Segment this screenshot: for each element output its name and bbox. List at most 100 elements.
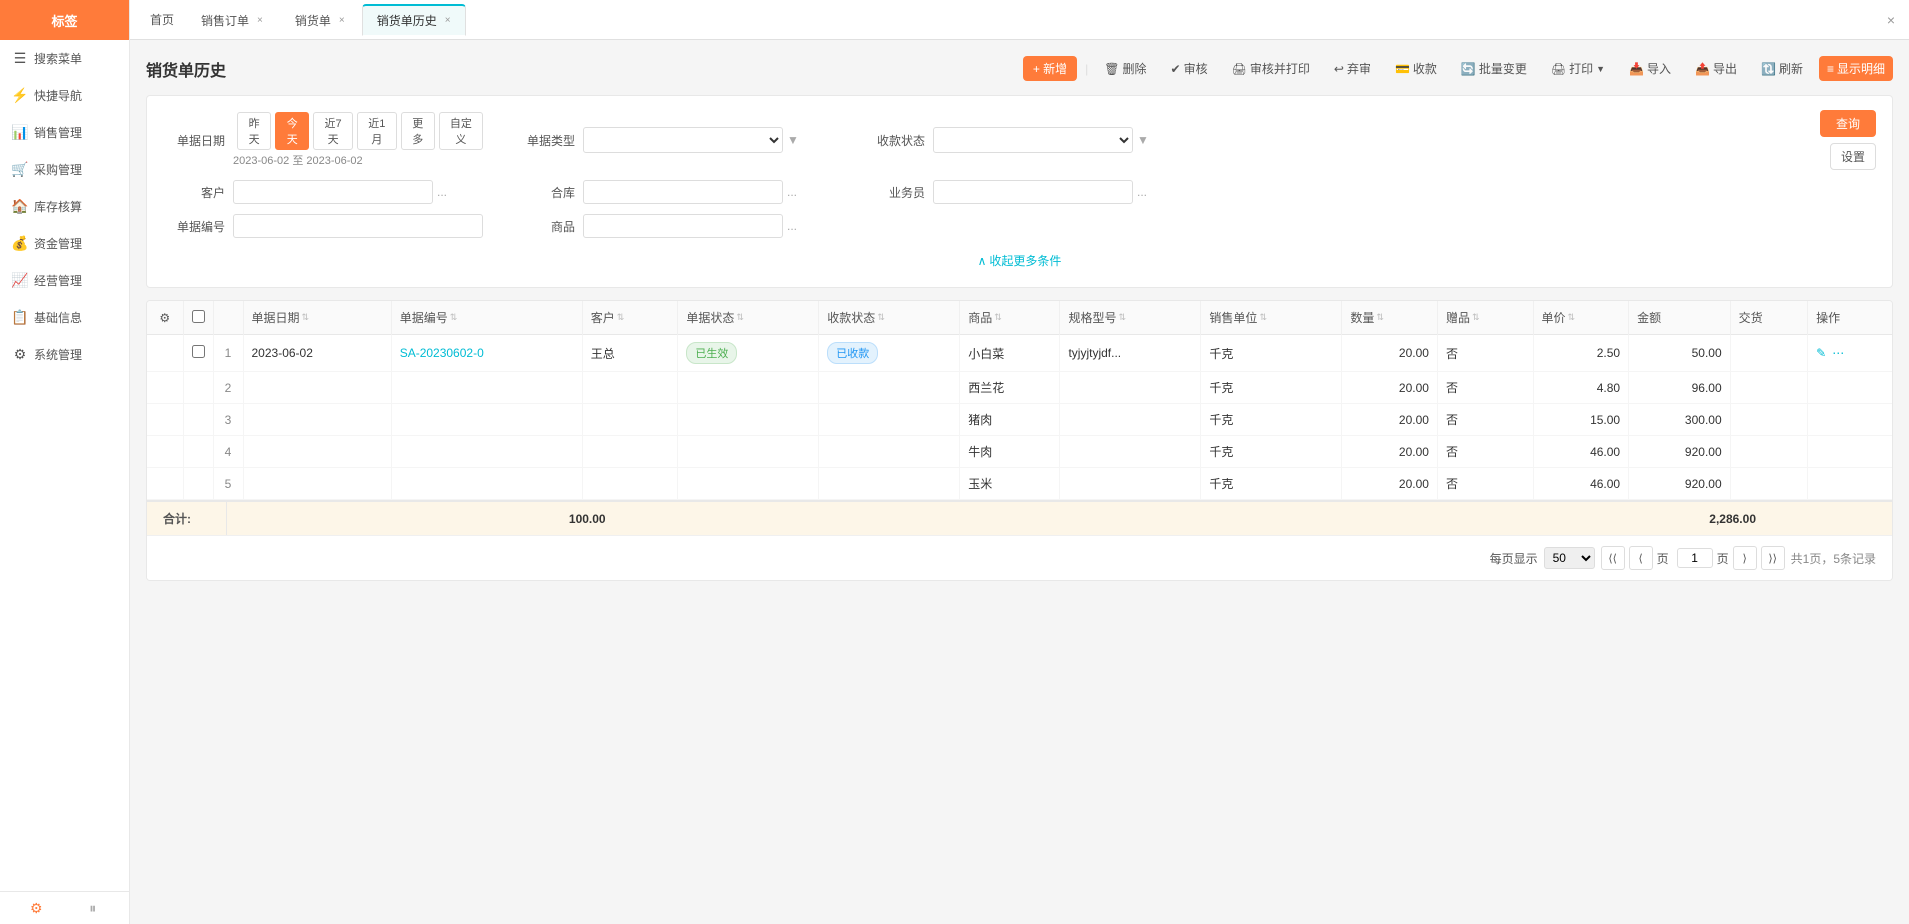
bottom-pause-icon[interactable]: ⏸ [85,900,101,916]
import-button[interactable]: 📥 导入 [1621,56,1679,81]
goods-input[interactable] [583,214,783,238]
page-header: 销货单历史 + 新增 | 🗑 删除 ✔ 审核 🖨 审核并打印 ↩ [146,56,1893,81]
sidebar-item-finance[interactable]: 💰 资金管理 [0,225,129,262]
print-dropdown-icon: ▼ [1596,64,1605,74]
customer-label: 客户 [163,184,233,201]
last-page-btn[interactable]: ⟩⟩ [1761,546,1785,570]
sort-spec-icon[interactable]: ⇅ [1118,312,1126,323]
sort-paymentstatus-icon[interactable]: ⇅ [877,312,885,323]
batch-change-button[interactable]: 🔄 批量变更 [1453,56,1535,81]
doc-type-dropdown-icon: ▼ [787,133,799,147]
cell-doc-status [678,404,819,436]
doc-no-link[interactable]: SA-20230602-0 [400,346,484,360]
filter-settings-button[interactable]: 设置 [1830,143,1876,170]
next-page-btn[interactable]: ⟩ [1733,546,1757,570]
payment-status-dropdown-icon: ▼ [1137,133,1149,147]
sort-price-icon[interactable]: ⇅ [1568,312,1576,323]
table-settings-icon[interactable]: ⚙ [159,311,170,325]
row-checkbox[interactable] [192,345,205,358]
tab-home[interactable]: 首页 [140,4,184,36]
review-button[interactable]: ✔ 审核 [1163,56,1216,81]
cell-checkbox [183,436,213,468]
per-page-select[interactable]: 50 10 20 100 [1544,547,1595,569]
date-last7-btn[interactable]: 近7天 [313,112,353,150]
sidebar-item-purchase[interactable]: 🛒 采购管理 [0,151,129,188]
cell-settings [147,335,183,372]
cell-transaction [1730,335,1808,372]
customer-picker-icon[interactable]: ... [437,185,447,199]
doc-no-input[interactable] [233,214,483,238]
collect-button[interactable]: 💳 收款 [1387,56,1445,81]
cell-actions [1808,372,1892,404]
prev-page-btn[interactable]: ⟨ [1629,546,1653,570]
page-number-input[interactable] [1677,548,1713,568]
sort-docno-icon[interactable]: ⇅ [450,312,458,323]
customer-input[interactable] [233,180,433,204]
cell-doc-status [678,372,819,404]
sidebar-item-sales[interactable]: 📊 销售管理 [0,114,129,151]
print-button[interactable]: 🖨 打印 ▼ [1543,56,1613,81]
date-more-btn[interactable]: 更多 [401,112,435,150]
tab-close-sales-history[interactable]: × [445,15,451,26]
collapse-up-icon: ∧ [978,254,987,268]
tab-sales-goods[interactable]: 销货单 × [280,4,360,36]
bottom-settings-icon[interactable]: ⚙ [28,900,44,916]
print-icon: 🖨 [1551,62,1566,76]
sidebar-item-search-menu[interactable]: ☰ 搜索菜单 [0,40,129,77]
cell-settings [147,468,183,500]
date-custom-btn[interactable]: 自定义 [439,112,483,150]
tab-sales-history[interactable]: 销货单历史 × [362,4,466,36]
review-print-button[interactable]: 🖨 审核并打印 [1224,56,1318,81]
more-action-btn[interactable]: ⋯ [1832,346,1844,360]
col-settings[interactable]: ⚙ [147,301,183,335]
query-button[interactable]: 查询 [1820,110,1876,137]
export-button[interactable]: 📤 导出 [1687,56,1745,81]
sort-date-icon[interactable]: ⇅ [302,312,310,323]
refresh-button[interactable]: 🔃 刷新 [1753,56,1811,81]
show-detail-button[interactable]: ≡ 显示明细 [1819,56,1893,81]
staff-picker-icon[interactable]: ... [1137,185,1147,199]
cell-customer [582,404,678,436]
first-page-btn[interactable]: ⟨⟨ [1601,546,1625,570]
abandon-button[interactable]: ↩ 弃审 [1326,56,1379,81]
cell-payment-status [819,404,960,436]
sidebar-item-base-info[interactable]: 📋 基础信息 [0,299,129,336]
cell-qty: 20.00 [1342,436,1438,468]
new-button[interactable]: + 新增 [1023,56,1077,81]
sort-qty-icon[interactable]: ⇅ [1376,312,1384,323]
cell-unit: 千克 [1201,335,1342,372]
tab-close-sales-order[interactable]: × [257,15,263,26]
date-today-btn[interactable]: 今天 [275,112,309,150]
cell-amount: 920.00 [1629,468,1731,500]
col-doc-no: 单据编号⇅ [391,301,582,335]
collapse-button[interactable]: ∧ 收起更多条件 [163,248,1876,273]
delete-button[interactable]: 🗑 删除 [1096,56,1154,81]
sidebar-item-system[interactable]: ⚙ 系统管理 [0,336,129,373]
cell-doc-status: 已生效 [678,335,819,372]
date-yesterday-btn[interactable]: 昨天 [237,112,271,150]
sidebar-item-label: 销售管理 [34,124,82,141]
tab-sales-order[interactable]: 销售订单 × [186,4,278,36]
sort-goods-icon[interactable]: ⇅ [994,312,1002,323]
cell-date [243,404,391,436]
tab-close-sales-goods[interactable]: × [339,15,345,26]
warehouse-input[interactable] [583,180,783,204]
select-all-checkbox[interactable] [192,310,205,323]
doc-type-select[interactable] [583,127,783,153]
sort-gift-icon[interactable]: ⇅ [1472,312,1480,323]
goods-picker-icon[interactable]: ... [787,219,797,233]
sidebar-item-quick-nav[interactable]: ⚡ 快捷导航 [0,77,129,114]
edit-action-btn[interactable]: ✎ [1816,346,1826,360]
warehouse-picker-icon[interactable]: ... [787,185,797,199]
payment-status-select[interactable] [933,127,1133,153]
sidebar-item-operations[interactable]: 📈 经营管理 [0,262,129,299]
sort-unit-icon[interactable]: ⇅ [1259,312,1267,323]
sort-customer-icon[interactable]: ⇅ [617,312,625,323]
date-range-text: 2023-06-02 至 2023-06-02 [233,152,483,168]
tab-close-all-btn[interactable]: × [1883,10,1899,30]
date-last-month-btn[interactable]: 近1月 [357,112,397,150]
cell-gift: 否 [1437,468,1533,500]
staff-input[interactable] [933,180,1133,204]
sidebar-item-inventory[interactable]: 🏠 库存核算 [0,188,129,225]
sort-docstatus-icon[interactable]: ⇅ [736,312,744,323]
